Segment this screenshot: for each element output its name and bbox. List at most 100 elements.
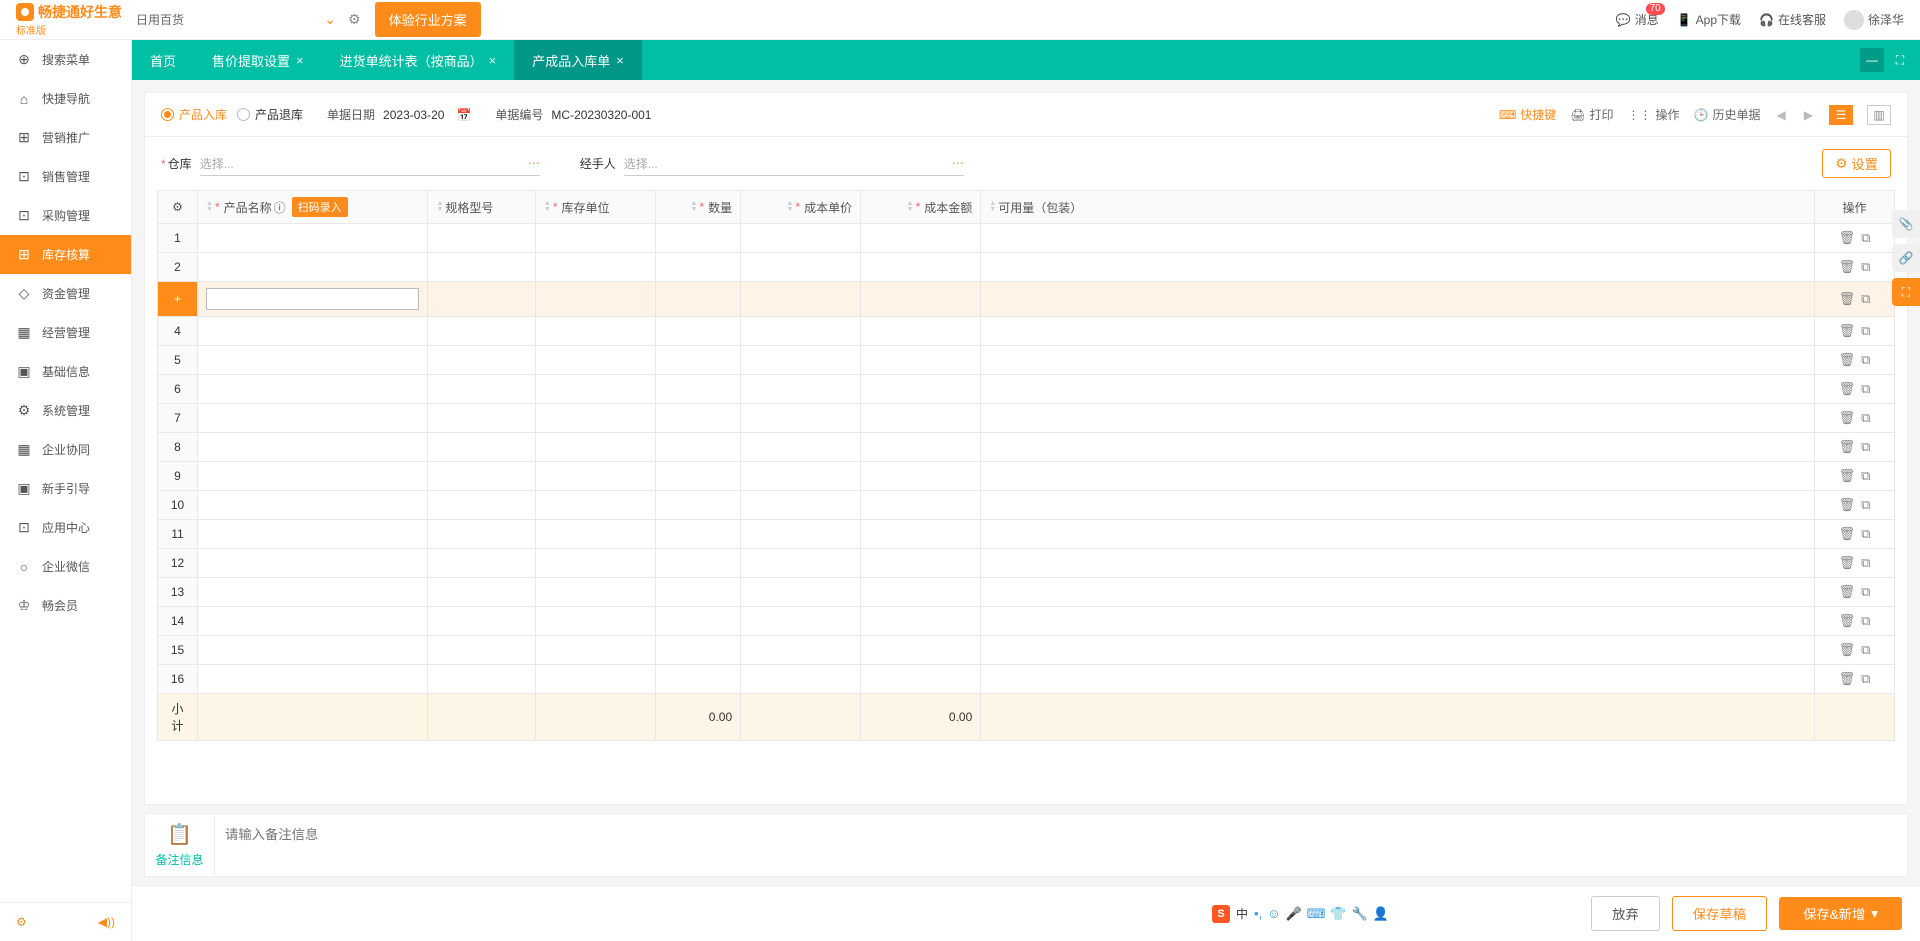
sidebar-item-1[interactable]: ⌂快捷导航 [0, 79, 131, 118]
sort-icon[interactable]: ▲▼ [436, 201, 443, 213]
delete-icon[interactable]: 🗑 [1839, 526, 1856, 541]
delete-icon[interactable]: 🗑 [1839, 671, 1856, 686]
radio-product-out[interactable]: 产品退库 [237, 106, 303, 123]
col-settings[interactable]: ⚙ [158, 191, 198, 224]
table-row[interactable]: 2🗑⧉ [158, 253, 1895, 282]
col-spec[interactable]: ▲▼规格型号 [428, 191, 535, 224]
cell-stock-unit[interactable] [535, 433, 655, 462]
more-icon[interactable]: ⋯ [528, 156, 540, 170]
copy-icon[interactable]: ⧉ [1861, 323, 1870, 338]
radio-product-in[interactable]: 产品入库 [161, 106, 227, 123]
cell-product-name[interactable] [198, 549, 428, 578]
cell-quantity[interactable] [655, 224, 740, 253]
remark-input[interactable] [215, 814, 1907, 876]
delete-icon[interactable]: 🗑 [1839, 230, 1856, 245]
cell-spec[interactable] [428, 636, 535, 665]
cell-spec[interactable] [428, 346, 535, 375]
cell-quantity[interactable] [655, 282, 740, 317]
copy-icon[interactable]: ⧉ [1861, 352, 1870, 367]
delete-icon[interactable]: 🗑 [1839, 497, 1856, 512]
table-row[interactable]: 6🗑⧉ [158, 375, 1895, 404]
col-cost-price[interactable]: ▲▼*成本单价 [741, 191, 861, 224]
cell-stock-unit[interactable] [535, 491, 655, 520]
scan-entry-badge[interactable]: 扫码录入 [292, 197, 348, 217]
cell-cost-amount[interactable] [861, 607, 981, 636]
sort-icon[interactable]: ▲▼ [907, 201, 914, 213]
table-row[interactable]: 5🗑⧉ [158, 346, 1895, 375]
ime-skin-icon[interactable]: 👕 [1330, 906, 1346, 922]
cell-quantity[interactable] [655, 253, 740, 282]
close-icon[interactable]: × [489, 53, 497, 68]
cell-quantity[interactable] [655, 520, 740, 549]
cell-stock-unit[interactable] [535, 282, 655, 317]
cell-quantity[interactable] [655, 549, 740, 578]
sidebar-item-4[interactable]: ⊡采购管理 [0, 196, 131, 235]
delete-icon[interactable]: 🗑 [1839, 642, 1856, 657]
cell-available[interactable] [981, 253, 1815, 282]
cell-product-name[interactable] [198, 375, 428, 404]
cell-quantity[interactable] [655, 578, 740, 607]
right-tab-clip-icon[interactable]: 📎 [1892, 210, 1920, 238]
cell-quantity[interactable] [655, 636, 740, 665]
table-row[interactable]: 13🗑⧉ [158, 578, 1895, 607]
cell-stock-unit[interactable] [535, 520, 655, 549]
table-row[interactable]: 9🗑⧉ [158, 462, 1895, 491]
cell-available[interactable] [981, 317, 1815, 346]
prev-icon[interactable]: ◀ [1775, 108, 1788, 122]
cell-quantity[interactable] [655, 433, 740, 462]
table-row[interactable]: 4🗑⧉ [158, 317, 1895, 346]
print-link[interactable]: 🖨 打印 [1570, 106, 1613, 123]
cell-spec[interactable] [428, 607, 535, 636]
cell-available[interactable] [981, 346, 1815, 375]
warehouse-select[interactable]: 选择... ⋯ [200, 152, 540, 176]
cell-available[interactable] [981, 549, 1815, 578]
expand-tabs-icon[interactable]: ⛶ [1888, 48, 1912, 72]
cell-product-name[interactable] [198, 607, 428, 636]
cell-product-name[interactable] [198, 433, 428, 462]
cell-quantity[interactable] [655, 375, 740, 404]
cell-stock-unit[interactable] [535, 607, 655, 636]
cell-cost-price[interactable] [741, 462, 861, 491]
ime-smile-icon[interactable]: ☺ [1267, 906, 1280, 922]
copy-icon[interactable]: ⧉ [1861, 381, 1870, 396]
calendar-icon[interactable]: 📅 [456, 108, 471, 122]
copy-icon[interactable]: ⧉ [1861, 439, 1870, 454]
history-link[interactable]: 🕒 历史单据 [1694, 106, 1761, 123]
sidebar-item-3[interactable]: ⊡销售管理 [0, 157, 131, 196]
settings-gear-icon[interactable]: ⚙ [16, 915, 27, 929]
cell-available[interactable] [981, 607, 1815, 636]
cell-cost-amount[interactable] [861, 253, 981, 282]
cell-available[interactable] [981, 462, 1815, 491]
cell-spec[interactable] [428, 375, 535, 404]
cell-stock-unit[interactable] [535, 317, 655, 346]
cell-product-name[interactable] [198, 462, 428, 491]
cell-product-name[interactable] [198, 636, 428, 665]
copy-icon[interactable]: ⧉ [1861, 613, 1870, 628]
cell-product-name[interactable] [198, 665, 428, 694]
cell-cost-price[interactable] [741, 549, 861, 578]
cell-available[interactable] [981, 375, 1815, 404]
col-product-name[interactable]: ▲▼ * 产品名称 ⓘ 扫码录入 [198, 191, 428, 224]
operate-link[interactable]: ⋮⋮ 操作 [1628, 106, 1680, 123]
cell-cost-amount[interactable] [861, 224, 981, 253]
ime-keyboard-icon[interactable]: ⌨ [1307, 906, 1326, 922]
tab-2[interactable]: 进货单统计表（按商品）× [322, 40, 515, 80]
cell-quantity[interactable] [655, 665, 740, 694]
online-service-button[interactable]: 🎧 在线客服 [1759, 11, 1826, 28]
cell-quantity[interactable] [655, 491, 740, 520]
table-row[interactable]: 1🗑⧉ [158, 224, 1895, 253]
view-list-icon[interactable]: ☰ [1829, 105, 1853, 125]
sort-icon[interactable]: ▲▼ [989, 201, 996, 213]
messages-button[interactable]: 💬 消息 70 [1616, 11, 1659, 28]
cell-cost-price[interactable] [741, 346, 861, 375]
cell-cost-amount[interactable] [861, 462, 981, 491]
ime-dot-icon[interactable]: •, [1254, 906, 1262, 922]
cell-product-name[interactable] [198, 224, 428, 253]
cell-available[interactable] [981, 282, 1815, 317]
user-menu[interactable]: 徐泽华 [1844, 10, 1904, 30]
cell-stock-unit[interactable] [535, 665, 655, 694]
cell-quantity[interactable] [655, 462, 740, 491]
cell-cost-price[interactable] [741, 607, 861, 636]
col-available[interactable]: ▲▼可用量（包装） [981, 191, 1815, 224]
delete-icon[interactable]: 🗑 [1839, 323, 1856, 338]
